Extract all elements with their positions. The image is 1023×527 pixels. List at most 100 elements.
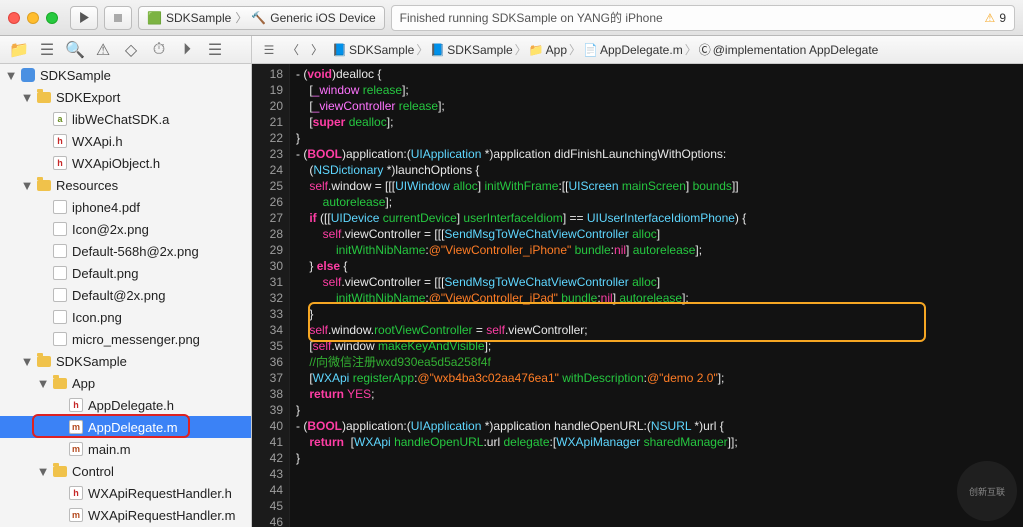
debug-navigator-icon[interactable]: ⏱	[150, 41, 168, 59]
tree-row[interactable]: mmain.m	[0, 438, 251, 460]
tree-row[interactable]: ▼App	[0, 372, 251, 394]
zoom-icon[interactable]	[46, 12, 58, 24]
tree-row[interactable]: ▼SDKExport	[0, 86, 251, 108]
code-line[interactable]: autorelease];	[296, 194, 1023, 210]
tree-row-label: WXApi.h	[72, 134, 123, 149]
test-navigator-icon[interactable]: ◇	[122, 41, 140, 59]
back-icon[interactable]: 〈	[284, 41, 302, 59]
log-navigator-icon[interactable]: ☰	[206, 41, 224, 59]
tree-row-label: libWeChatSDK.a	[72, 112, 169, 127]
line-number: 46	[252, 514, 283, 527]
tree-row[interactable]: hWXApiRequestHandler.h	[0, 482, 251, 504]
tree-row[interactable]: Icon.png	[0, 306, 251, 328]
jump-bar-segment[interactable]: @implementation AppDelegate	[713, 43, 879, 57]
code-line[interactable]: if ([[UIDevice currentDevice] userInterf…	[296, 210, 1023, 226]
code-line[interactable]: [WXApi registerApp:@"wxb4ba3c02aa476ea1"…	[296, 370, 1023, 386]
symbol-navigator-icon[interactable]: ☰	[38, 41, 56, 59]
code-line[interactable]: }	[296, 450, 1023, 466]
find-navigator-icon[interactable]: 🔍	[66, 41, 84, 59]
image-file-icon	[52, 265, 68, 281]
project-navigator-icon[interactable]: 📁	[10, 41, 28, 59]
tree-row[interactable]: Default.png	[0, 262, 251, 284]
disclosure-triangle-icon[interactable]: ▼	[38, 378, 48, 388]
code-line[interactable]: return [WXApi handleOpenURL:url delegate…	[296, 434, 1023, 450]
project-navigator[interactable]: ▼SDKSample▼SDKExportalibWeChatSDK.ahWXAp…	[0, 64, 252, 527]
code-area[interactable]: - (void)dealloc { [_window release]; [_v…	[290, 64, 1023, 527]
line-number: 20	[252, 98, 283, 114]
code-line[interactable]: self.viewController = [[[SendMsgToWeChat…	[296, 274, 1023, 290]
tree-row-label: Default@2x.png	[72, 288, 165, 303]
code-line[interactable]: [_window release];	[296, 82, 1023, 98]
line-number: 24	[252, 162, 283, 178]
chevron-right-icon: 〉	[416, 41, 428, 58]
close-icon[interactable]	[8, 12, 20, 24]
issue-navigator-icon[interactable]: ⚠	[94, 41, 112, 59]
code-line[interactable]: (NSDictionary *)launchOptions {	[296, 162, 1023, 178]
code-line[interactable]: initWithNibName:@"ViewController_iPhone"…	[296, 242, 1023, 258]
code-line[interactable]: - (BOOL)application:(UIApplication *)app…	[296, 146, 1023, 162]
code-editor[interactable]: 1819202122232425262728293031323334353637…	[252, 64, 1023, 527]
tree-row[interactable]: iphone4.pdf	[0, 196, 251, 218]
tree-row[interactable]: mAppDelegate.m	[0, 416, 251, 438]
related-items-icon[interactable]: ☰	[260, 41, 278, 59]
symbol-icon: Ⓒ	[699, 41, 711, 58]
jump-bar-segment[interactable]: AppDelegate.m	[600, 43, 683, 57]
code-line[interactable]: }	[296, 130, 1023, 146]
tree-row-label: WXApiObject.h	[72, 156, 160, 171]
line-number: 21	[252, 114, 283, 130]
project-icon: 📘	[430, 43, 445, 57]
tree-row[interactable]: ▼SDKSample	[0, 64, 251, 86]
code-line[interactable]: }	[296, 402, 1023, 418]
forward-icon[interactable]: 〉	[308, 41, 326, 59]
tree-row[interactable]: ▼Resources	[0, 174, 251, 196]
jump-bar-path[interactable]: 📘 SDKSample 〉 📘 SDKSample 〉 📁 App 〉 📄 Ap…	[332, 41, 878, 58]
code-line[interactable]: } else {	[296, 258, 1023, 274]
disclosure-triangle-icon[interactable]: ▼	[22, 180, 32, 190]
tree-row[interactable]: Icon@2x.png	[0, 218, 251, 240]
code-line[interactable]: - (BOOL)application:(UIApplication *)app…	[296, 418, 1023, 434]
tree-row[interactable]: ▼Control	[0, 460, 251, 482]
code-line[interactable]: //向微信注册wxd930ea5d5a258f4f	[296, 354, 1023, 370]
tree-row[interactable]: micro_messenger.png	[0, 328, 251, 350]
disclosure-triangle-icon[interactable]: ▼	[22, 92, 32, 102]
tree-row[interactable]: hWXApi.h	[0, 130, 251, 152]
line-number: 30	[252, 258, 283, 274]
line-number: 19	[252, 82, 283, 98]
tree-row[interactable]: Default-568h@2x.png	[0, 240, 251, 262]
tree-row[interactable]: a libWeChatSDK.a	[0, 108, 251, 130]
header-file-icon: h	[68, 397, 84, 413]
stop-button[interactable]	[104, 6, 132, 30]
line-number: 32	[252, 290, 283, 306]
tree-row[interactable]: Default@2x.png	[0, 284, 251, 306]
jump-bar-segment[interactable]: SDKSample	[447, 43, 512, 57]
warning-count: 9	[999, 11, 1006, 25]
minimize-icon[interactable]	[27, 12, 39, 24]
jump-bar-segment[interactable]: SDKSample	[349, 43, 414, 57]
issue-badge[interactable]: ⚠ 9	[985, 11, 1006, 25]
jump-bar-segment[interactable]: App	[546, 43, 567, 57]
code-line[interactable]: return YES;	[296, 386, 1023, 402]
scheme-selector[interactable]: 🟩 SDKSample 〉 🔨 Generic iOS Device	[138, 6, 385, 30]
disclosure-triangle-icon[interactable]: ▼	[6, 70, 16, 80]
archive-file-icon: a	[52, 111, 68, 127]
tree-row[interactable]: hWXApiObject.h	[0, 152, 251, 174]
tree-row[interactable]: hAppDelegate.h	[0, 394, 251, 416]
tree-row[interactable]: mWXApiRequestHandler.m	[0, 504, 251, 526]
code-line[interactable]: [super dealloc];	[296, 114, 1023, 130]
header-file-icon: h	[68, 485, 84, 501]
code-line[interactable]: self.window.rootViewController = self.vi…	[296, 322, 1023, 338]
jump-bar[interactable]: ☰ 〈 〉 📘 SDKSample 〉 📘 SDKSample 〉 📁 App …	[252, 36, 1023, 63]
code-line[interactable]: [self.window makeKeyAndVisible];	[296, 338, 1023, 354]
breakpoint-navigator-icon[interactable]: ⏵	[178, 41, 196, 59]
disclosure-triangle-icon[interactable]: ▼	[38, 466, 48, 476]
code-line[interactable]: self.viewController = [[[SendMsgToWeChat…	[296, 226, 1023, 242]
code-line[interactable]: [_viewController release];	[296, 98, 1023, 114]
code-line[interactable]: }	[296, 306, 1023, 322]
disclosure-triangle-icon[interactable]: ▼	[22, 356, 32, 366]
code-line[interactable]: - (void)dealloc {	[296, 66, 1023, 82]
code-line[interactable]: self.window = [[[UIWindow alloc] initWit…	[296, 178, 1023, 194]
tree-row[interactable]: ▼SDKSample	[0, 350, 251, 372]
tree-row-label: Icon.png	[72, 310, 122, 325]
run-button[interactable]	[70, 6, 98, 30]
code-line[interactable]: initWithNibName:@"ViewController_iPad" b…	[296, 290, 1023, 306]
